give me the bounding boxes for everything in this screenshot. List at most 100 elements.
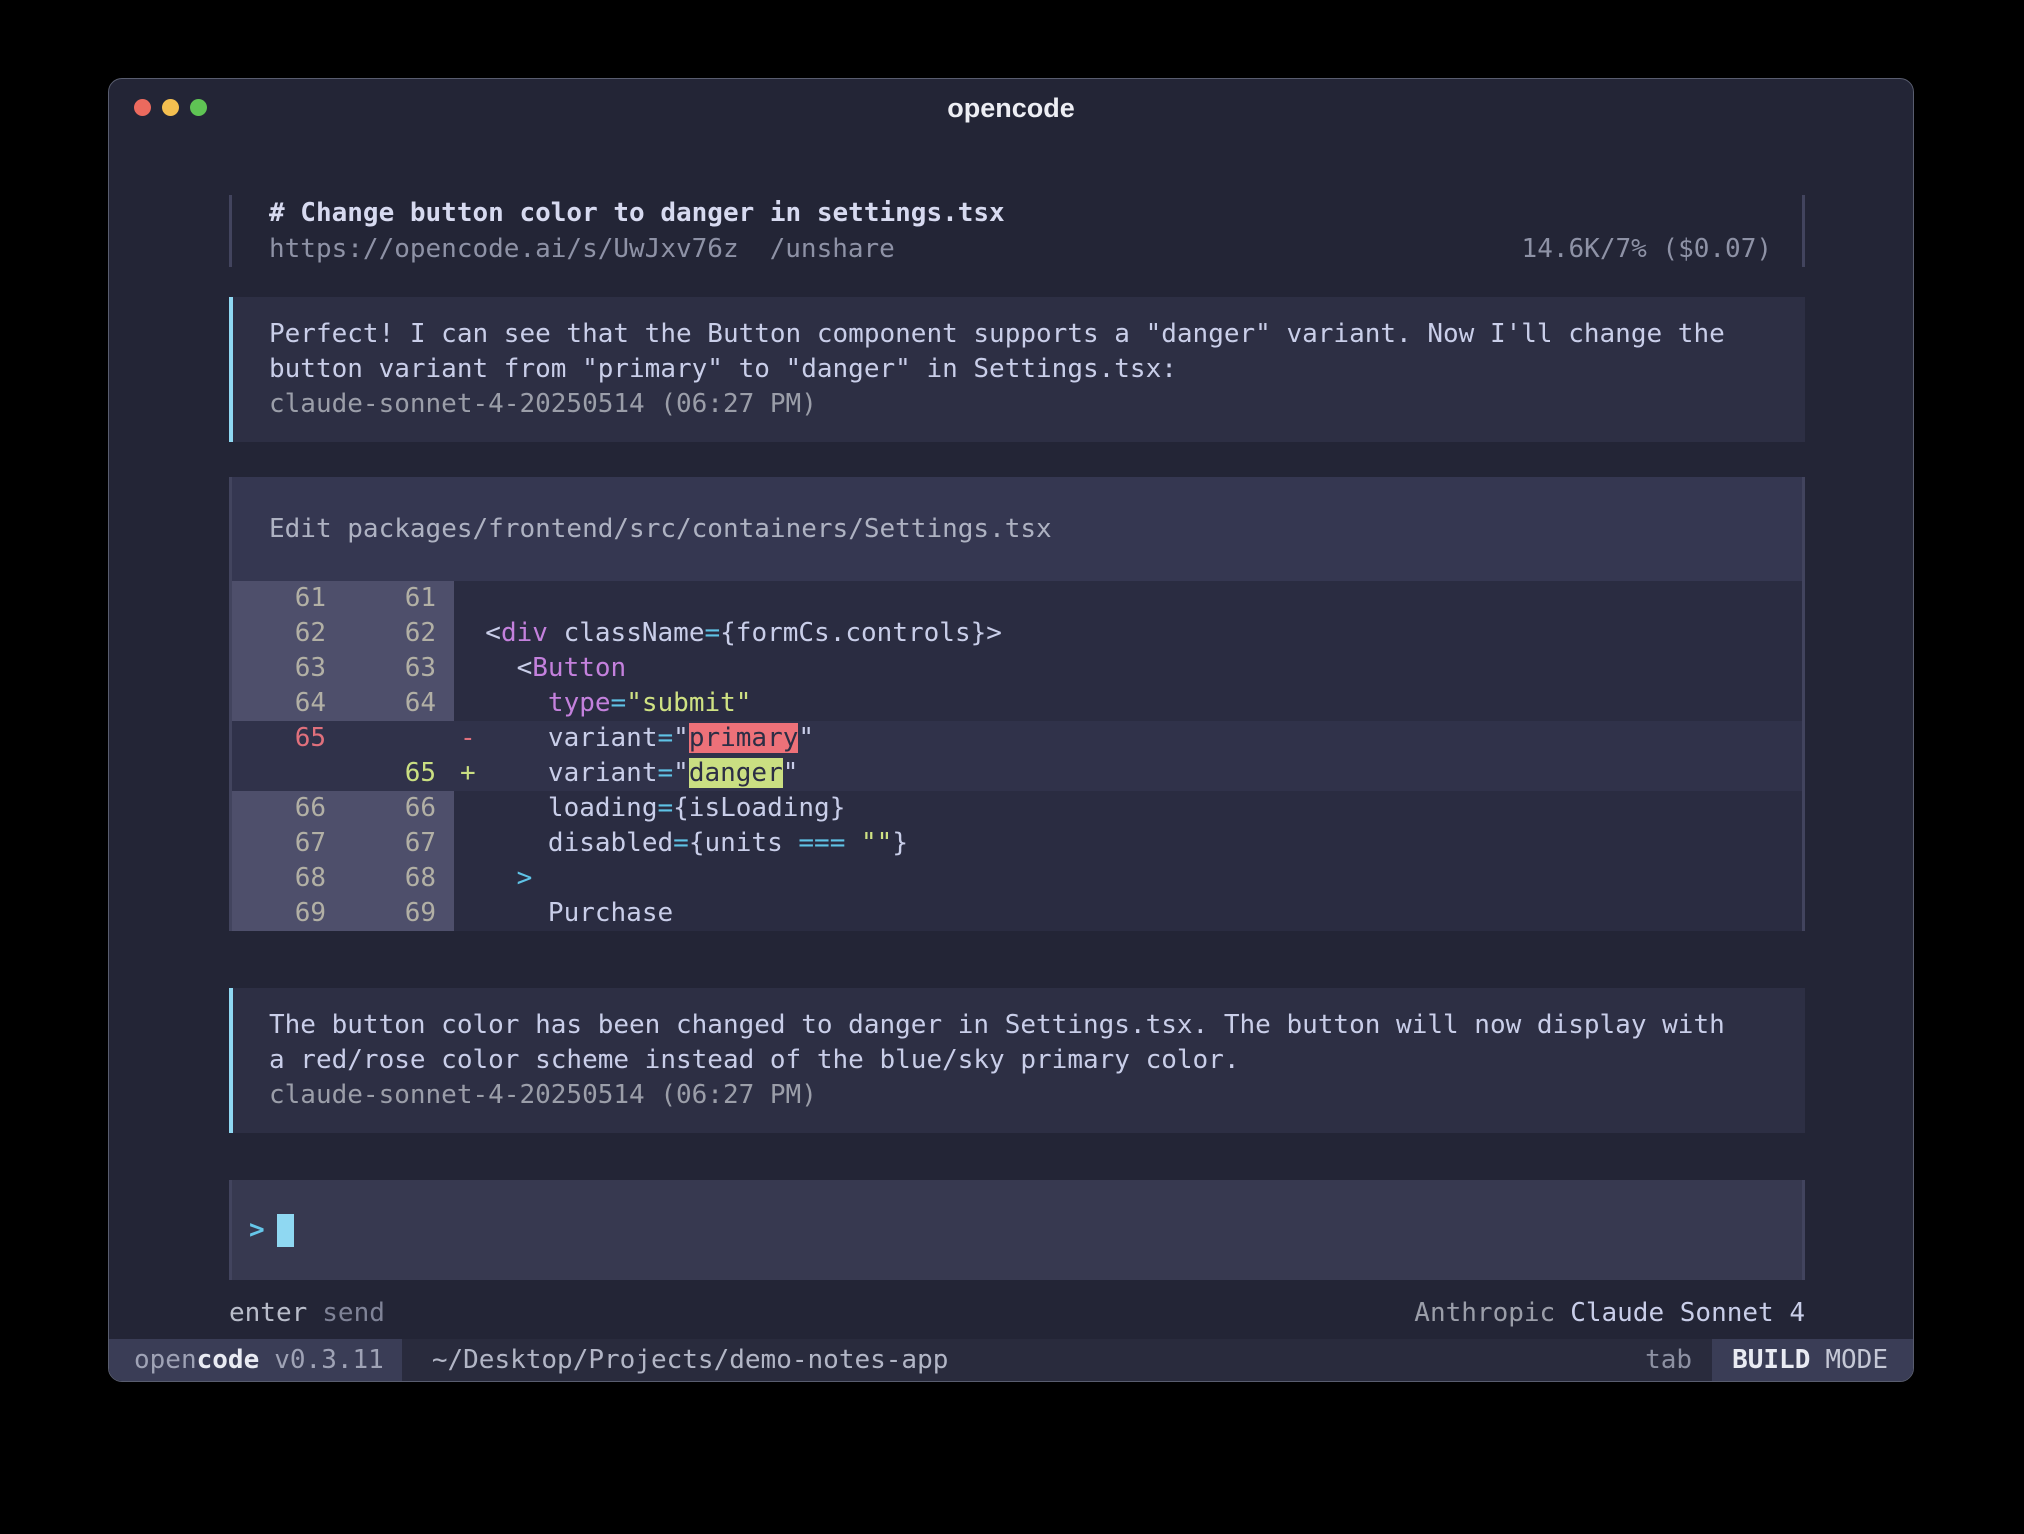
diff-code-cell: >	[454, 861, 1802, 896]
new-line-number: 64	[326, 686, 454, 721]
code-line: <div className={formCs.controls}>	[454, 616, 1802, 651]
mode-toggle-chip[interactable]: BUILDMODE	[1712, 1339, 1913, 1381]
code-token: variant	[454, 723, 658, 753]
code-token: div	[501, 618, 548, 648]
new-line-number: 66	[326, 791, 454, 826]
diff-row: 6464 type="submit"	[232, 686, 1802, 721]
new-line-number: 65	[326, 756, 454, 791]
unshare-command[interactable]: /unshare	[770, 231, 895, 267]
diff-gutter: 6969	[232, 896, 454, 931]
diff-row: 6868 >	[232, 861, 1802, 896]
old-line-number: 63	[232, 651, 326, 686]
diff-row: 6767 disabled={units === ""}	[232, 826, 1802, 861]
new-line-number: 62	[326, 616, 454, 651]
old-line-number: 64	[232, 686, 326, 721]
code-token	[454, 863, 517, 893]
diff-code-cell: <div className={formCs.controls}>	[454, 616, 1802, 651]
diff-code-cell: <Button	[454, 651, 1802, 686]
diff-row: 6363 <Button	[232, 651, 1802, 686]
new-line-number	[326, 721, 454, 756]
status-bar: opencodev0.3.11 ~/Desktop/Projects/demo-…	[109, 1339, 1913, 1381]
code-token: =	[673, 828, 689, 858]
old-line-number: 61	[232, 581, 326, 616]
code-token: loading	[454, 793, 658, 823]
code-token: {formCs.controls}>	[720, 618, 1002, 648]
code-token: "	[673, 723, 689, 753]
code-token: ""	[861, 828, 892, 858]
diff-gutter: 6666	[232, 791, 454, 826]
share-url-link[interactable]: https://opencode.ai/s/UwJxv76z	[269, 231, 739, 267]
assistant-message-meta: claude-sonnet-4-20250514 (06:27 PM)	[269, 387, 1779, 422]
code-token: =	[704, 618, 720, 648]
edit-file-path: packages/frontend/src/containers/Setting…	[347, 514, 1051, 544]
code-token: Purchase	[454, 898, 673, 928]
session-subheader: https://opencode.ai/s/UwJxv76z /unshare …	[269, 231, 1772, 267]
model-name: Claude Sonnet 4	[1570, 1298, 1805, 1328]
code-token: "	[783, 758, 799, 788]
provider-name: Anthropic	[1414, 1298, 1555, 1328]
app-name-regular: open	[134, 1345, 197, 1375]
diff-row: 6262 <div className={formCs.controls}>	[232, 616, 1802, 651]
edit-tool-header: Edit packages/frontend/src/containers/Se…	[232, 477, 1802, 581]
diff-row: 6969 Purchase	[232, 896, 1802, 931]
main-content: # Change button color to danger in setti…	[109, 135, 1913, 1339]
code-token: variant	[454, 758, 658, 788]
diff-gutter: 6464	[232, 686, 454, 721]
tab-key-hint: tab	[1645, 1339, 1692, 1381]
new-line-number: 61	[326, 581, 454, 616]
title-bar: opencode	[109, 79, 1913, 135]
session-title: # Change button color to danger in setti…	[269, 195, 1772, 231]
code-token: =	[658, 793, 674, 823]
code-token: "	[798, 723, 814, 753]
assistant-message: Perfect! I can see that the Button compo…	[229, 297, 1805, 442]
removed-line-marker: -	[460, 721, 476, 756]
old-line-number: 67	[232, 826, 326, 861]
diff-row: 65- variant="primary"	[232, 721, 1802, 756]
code-line	[454, 581, 1802, 616]
new-line-number: 69	[326, 896, 454, 931]
code-token: "	[673, 758, 689, 788]
code-line: disabled={units === ""}	[454, 826, 1802, 861]
code-token: =	[658, 723, 674, 753]
code-token: =	[658, 758, 674, 788]
code-token: {units	[689, 828, 799, 858]
new-line-number: 63	[326, 651, 454, 686]
old-line-number: 62	[232, 616, 326, 651]
hint-footer: enter send AnthropicClaude Sonnet 4	[229, 1296, 1805, 1331]
app-version-chip: opencode v0.3.11	[109, 1339, 402, 1381]
prompt-input[interactable]: >	[229, 1180, 1805, 1280]
added-line-marker: +	[460, 756, 476, 791]
app-version: v0.3.11	[274, 1345, 384, 1375]
assistant-message-text: Perfect! I can see that the Button compo…	[269, 317, 1779, 387]
diff-code-cell: Purchase	[454, 896, 1802, 931]
code-token: }	[892, 828, 908, 858]
prompt-symbol: >	[249, 1215, 265, 1245]
old-line-number: 69	[232, 896, 326, 931]
code-token: disabled	[454, 828, 673, 858]
code-line: variant="primary"	[454, 721, 1802, 756]
code-token	[845, 828, 861, 858]
diff-gutter: 6262	[232, 616, 454, 651]
assistant-message-text: The button color has been changed to dan…	[269, 1008, 1779, 1078]
diff-gutter: 6767	[232, 826, 454, 861]
diff-code-cell: loading={isLoading}	[454, 791, 1802, 826]
edit-tool-block: Edit packages/frontend/src/containers/Se…	[229, 477, 1805, 931]
diff-code-cell	[454, 581, 1802, 616]
code-token: <	[454, 618, 501, 648]
model-indicator: Anthropic Claude Sonnet 4	[1414, 1296, 1805, 1331]
code-token: className	[548, 618, 705, 648]
diff-row: 65+ variant="danger"	[232, 756, 1802, 791]
diff-gutter: 6161	[232, 581, 454, 616]
app-name-bold: code	[197, 1345, 260, 1375]
code-line: >	[454, 861, 1802, 896]
window-title: opencode	[109, 93, 1913, 124]
diff-code-cell: + variant="danger"	[454, 756, 1802, 791]
new-line-number: 68	[326, 861, 454, 896]
code-line: variant="danger"	[454, 756, 1802, 791]
diff-row: 6161	[232, 581, 1802, 616]
code-line: type="submit"	[454, 686, 1802, 721]
diff-gutter: 6868	[232, 861, 454, 896]
code-line: Purchase	[454, 896, 1802, 931]
code-line: <Button	[454, 651, 1802, 686]
diff-code-cell: disabled={units === ""}	[454, 826, 1802, 861]
